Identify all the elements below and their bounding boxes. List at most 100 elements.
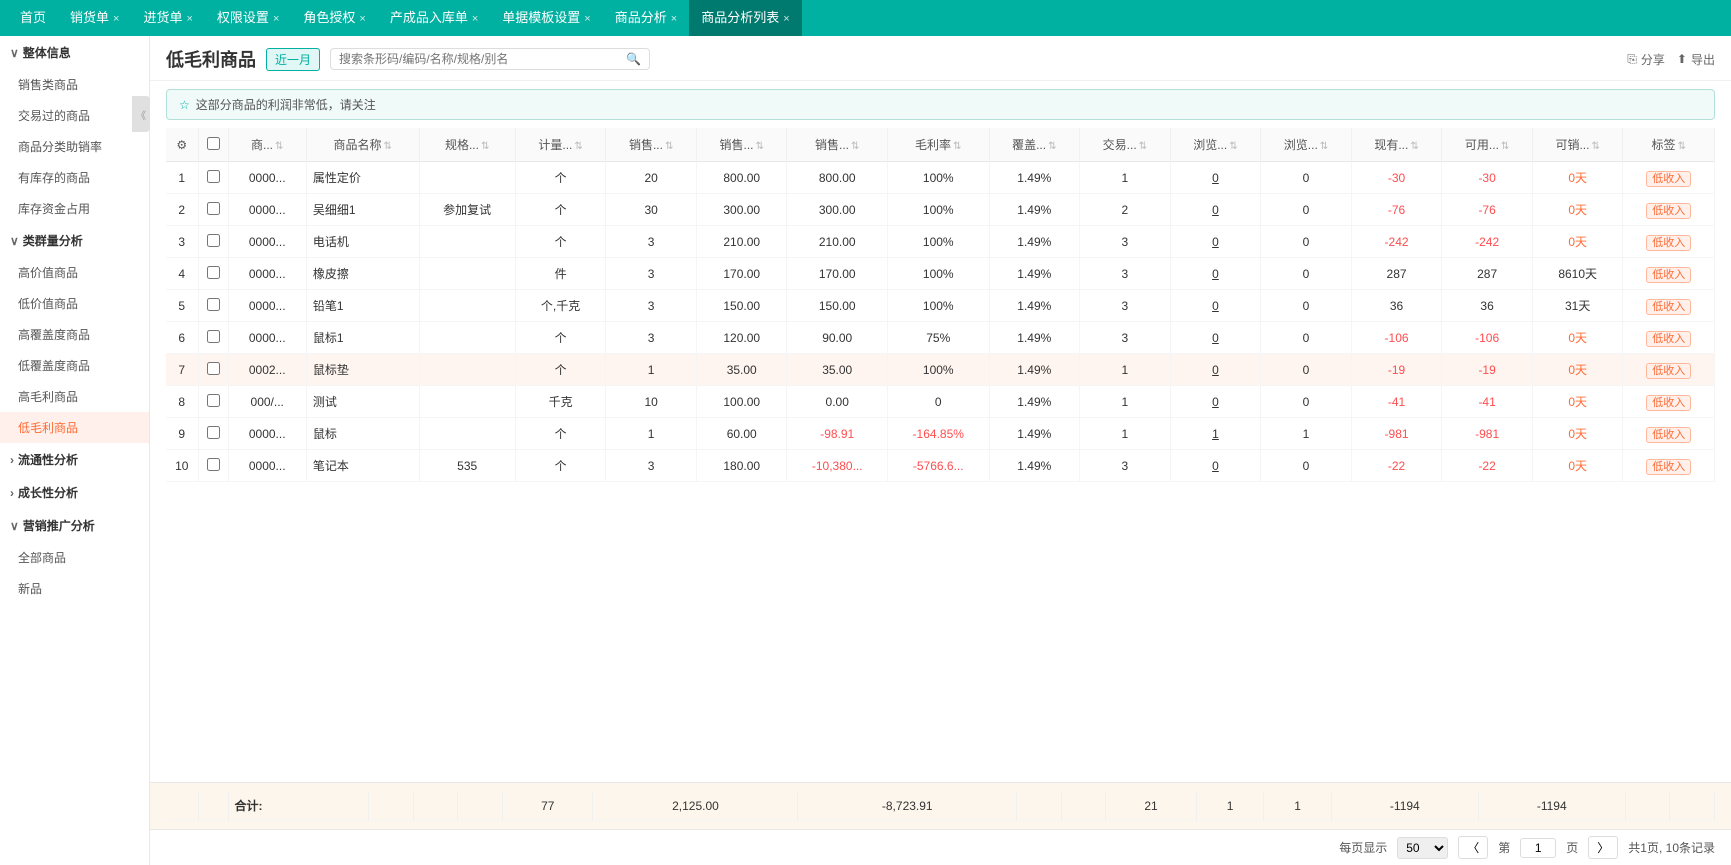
nav-role-close[interactable]: × bbox=[359, 13, 365, 25]
sidebar-section-marketing[interactable]: ∨ 营销推广分析 bbox=[0, 509, 149, 542]
row-view1[interactable]: 0 bbox=[1170, 226, 1261, 258]
row-gross-rate: -5766.6... bbox=[887, 450, 989, 482]
col-tag[interactable]: 标签⇅ bbox=[1623, 128, 1715, 162]
row-code: 0002... bbox=[228, 354, 306, 386]
sidebar-item-high-value[interactable]: 高价值商品 bbox=[0, 257, 149, 288]
col-sales-price[interactable]: 销售...⇅ bbox=[696, 128, 787, 162]
col-settings[interactable]: ⚙ bbox=[166, 128, 198, 162]
period-tag-button[interactable]: 近一月 bbox=[266, 48, 320, 71]
nav-product-close[interactable]: × bbox=[472, 13, 478, 25]
sidebar-item-all-goods[interactable]: 全部商品 bbox=[0, 542, 149, 573]
sidebar-section-flow[interactable]: › 流通性分析 bbox=[0, 443, 149, 476]
col-view1[interactable]: 浏览...⇅ bbox=[1170, 128, 1261, 162]
row-code: 0000... bbox=[228, 162, 306, 194]
sidebar-item-low-coverage[interactable]: 低覆盖度商品 bbox=[0, 350, 149, 381]
row-view1[interactable]: 0 bbox=[1170, 290, 1261, 322]
sidebar-item-low-value[interactable]: 低价值商品 bbox=[0, 288, 149, 319]
export-button[interactable]: ⬆ 导出 bbox=[1677, 51, 1715, 68]
row-settings: 6 bbox=[166, 322, 198, 354]
col-coverage[interactable]: 覆盖...⇅ bbox=[989, 128, 1080, 162]
sidebar-item-traded-goods[interactable]: 交易过的商品 bbox=[0, 100, 149, 131]
sidebar-item-sales-goods[interactable]: 销售类商品 bbox=[0, 69, 149, 100]
per-page-select[interactable]: 50 100 200 bbox=[1397, 837, 1448, 859]
col-spec[interactable]: 规格...⇅ bbox=[419, 128, 515, 162]
row-view1[interactable]: 0 bbox=[1170, 258, 1261, 290]
row-code: 000/... bbox=[228, 386, 306, 418]
search-input[interactable] bbox=[339, 52, 626, 66]
col-view2[interactable]: 浏览...⇅ bbox=[1261, 128, 1352, 162]
row-checkbox[interactable] bbox=[207, 394, 220, 407]
nav-analysis[interactable]: 商品分析× bbox=[603, 0, 689, 36]
row-checkbox[interactable] bbox=[207, 458, 220, 471]
nav-sales[interactable]: 销货单× bbox=[58, 0, 131, 36]
row-sales-amount: 170.00 bbox=[787, 258, 887, 290]
search-box: 🔍 bbox=[330, 48, 650, 70]
row-checkbox[interactable] bbox=[207, 298, 220, 311]
col-saleable[interactable]: 可销...⇅ bbox=[1532, 128, 1623, 162]
row-code: 0000... bbox=[228, 290, 306, 322]
col-trade[interactable]: 交易...⇅ bbox=[1080, 128, 1171, 162]
sidebar-item-high-coverage[interactable]: 高覆盖度商品 bbox=[0, 319, 149, 350]
col-sales-amount[interactable]: 销售...⇅ bbox=[787, 128, 887, 162]
row-view1[interactable]: 0 bbox=[1170, 194, 1261, 226]
page-input[interactable] bbox=[1520, 838, 1556, 858]
nav-home[interactable]: 首页 bbox=[8, 0, 58, 36]
nav-sales-close[interactable]: × bbox=[113, 13, 119, 25]
row-view1[interactable]: 0 bbox=[1170, 450, 1261, 482]
footer-available: -1194 bbox=[1478, 791, 1625, 821]
col-code[interactable]: 商...⇅ bbox=[228, 128, 306, 162]
col-unit[interactable]: 计量...⇅ bbox=[515, 128, 606, 162]
footer-sales-qty: 77 bbox=[503, 791, 593, 821]
notice-bar: ☆ 这部分商品的利润非常低，请关注 bbox=[166, 89, 1715, 120]
col-available[interactable]: 可用...⇅ bbox=[1442, 128, 1533, 162]
nav-purchase-close[interactable]: × bbox=[186, 13, 192, 25]
sort-tag-icon: ⇅ bbox=[1678, 141, 1686, 152]
row-view1[interactable]: 0 bbox=[1170, 322, 1261, 354]
footer-tag-empty bbox=[1670, 791, 1715, 821]
sidebar-item-new-goods[interactable]: 新品 bbox=[0, 573, 149, 604]
row-view1[interactable]: 0 bbox=[1170, 162, 1261, 194]
row-tag: 低收入 bbox=[1623, 450, 1715, 482]
sidebar-item-high-margin[interactable]: 高毛利商品 bbox=[0, 381, 149, 412]
search-icon[interactable]: 🔍 bbox=[626, 52, 641, 66]
row-checkbox[interactable] bbox=[207, 330, 220, 343]
row-checkbox[interactable] bbox=[207, 234, 220, 247]
next-page-button[interactable]: 〉 bbox=[1588, 836, 1618, 859]
row-name: 鼠标1 bbox=[306, 322, 419, 354]
col-sales-qty[interactable]: 销售...⇅ bbox=[606, 128, 697, 162]
nav-template-close[interactable]: × bbox=[584, 13, 590, 25]
sidebar-section-growth[interactable]: › 成长性分析 bbox=[0, 476, 149, 509]
row-gross-rate: 100% bbox=[887, 162, 989, 194]
sidebar-item-low-margin[interactable]: 低毛利商品 bbox=[0, 412, 149, 443]
share-button[interactable]: ⎘ 分享 bbox=[1627, 51, 1665, 68]
col-name[interactable]: 商品名称⇅ bbox=[306, 128, 419, 162]
row-checkbox[interactable] bbox=[207, 426, 220, 439]
nav-permission-close[interactable]: × bbox=[273, 13, 279, 25]
nav-purchase[interactable]: 进货单× bbox=[131, 0, 204, 36]
row-view1[interactable]: 0 bbox=[1170, 354, 1261, 386]
select-all-checkbox[interactable] bbox=[207, 137, 220, 150]
nav-template[interactable]: 单据模板设置× bbox=[490, 0, 602, 36]
nav-analysis-close[interactable]: × bbox=[671, 13, 677, 25]
nav-permission[interactable]: 权限设置× bbox=[205, 0, 291, 36]
sidebar-collapse-button[interactable]: 《 bbox=[132, 96, 150, 132]
nav-role[interactable]: 角色授权× bbox=[291, 0, 377, 36]
row-checkbox[interactable] bbox=[207, 266, 220, 279]
row-checkbox[interactable] bbox=[207, 202, 220, 215]
row-checkbox[interactable] bbox=[207, 362, 220, 375]
row-view1[interactable]: 1 bbox=[1170, 418, 1261, 450]
sidebar-item-stock-goods[interactable]: 有库存的商品 bbox=[0, 162, 149, 193]
sidebar-item-category-rate[interactable]: 商品分类助销率 bbox=[0, 131, 149, 162]
col-current-stock[interactable]: 现有...⇅ bbox=[1351, 128, 1442, 162]
col-gross-rate[interactable]: 毛利率⇅ bbox=[887, 128, 989, 162]
sidebar-section-overall[interactable]: ∨ 整体信息 bbox=[0, 36, 149, 69]
nav-product[interactable]: 产成品入库单× bbox=[378, 0, 490, 36]
prev-page-button[interactable]: 〈 bbox=[1458, 836, 1488, 859]
sidebar-section-cluster[interactable]: ∨ 类群量分析 bbox=[0, 224, 149, 257]
row-view1[interactable]: 0 bbox=[1170, 386, 1261, 418]
col-checkbox[interactable] bbox=[198, 128, 228, 162]
nav-analysis-list-close[interactable]: × bbox=[783, 13, 789, 25]
nav-analysis-list[interactable]: 商品分析列表× bbox=[689, 0, 801, 36]
row-checkbox[interactable] bbox=[207, 170, 220, 183]
sidebar-item-stock-capital[interactable]: 库存资金占用 bbox=[0, 193, 149, 224]
